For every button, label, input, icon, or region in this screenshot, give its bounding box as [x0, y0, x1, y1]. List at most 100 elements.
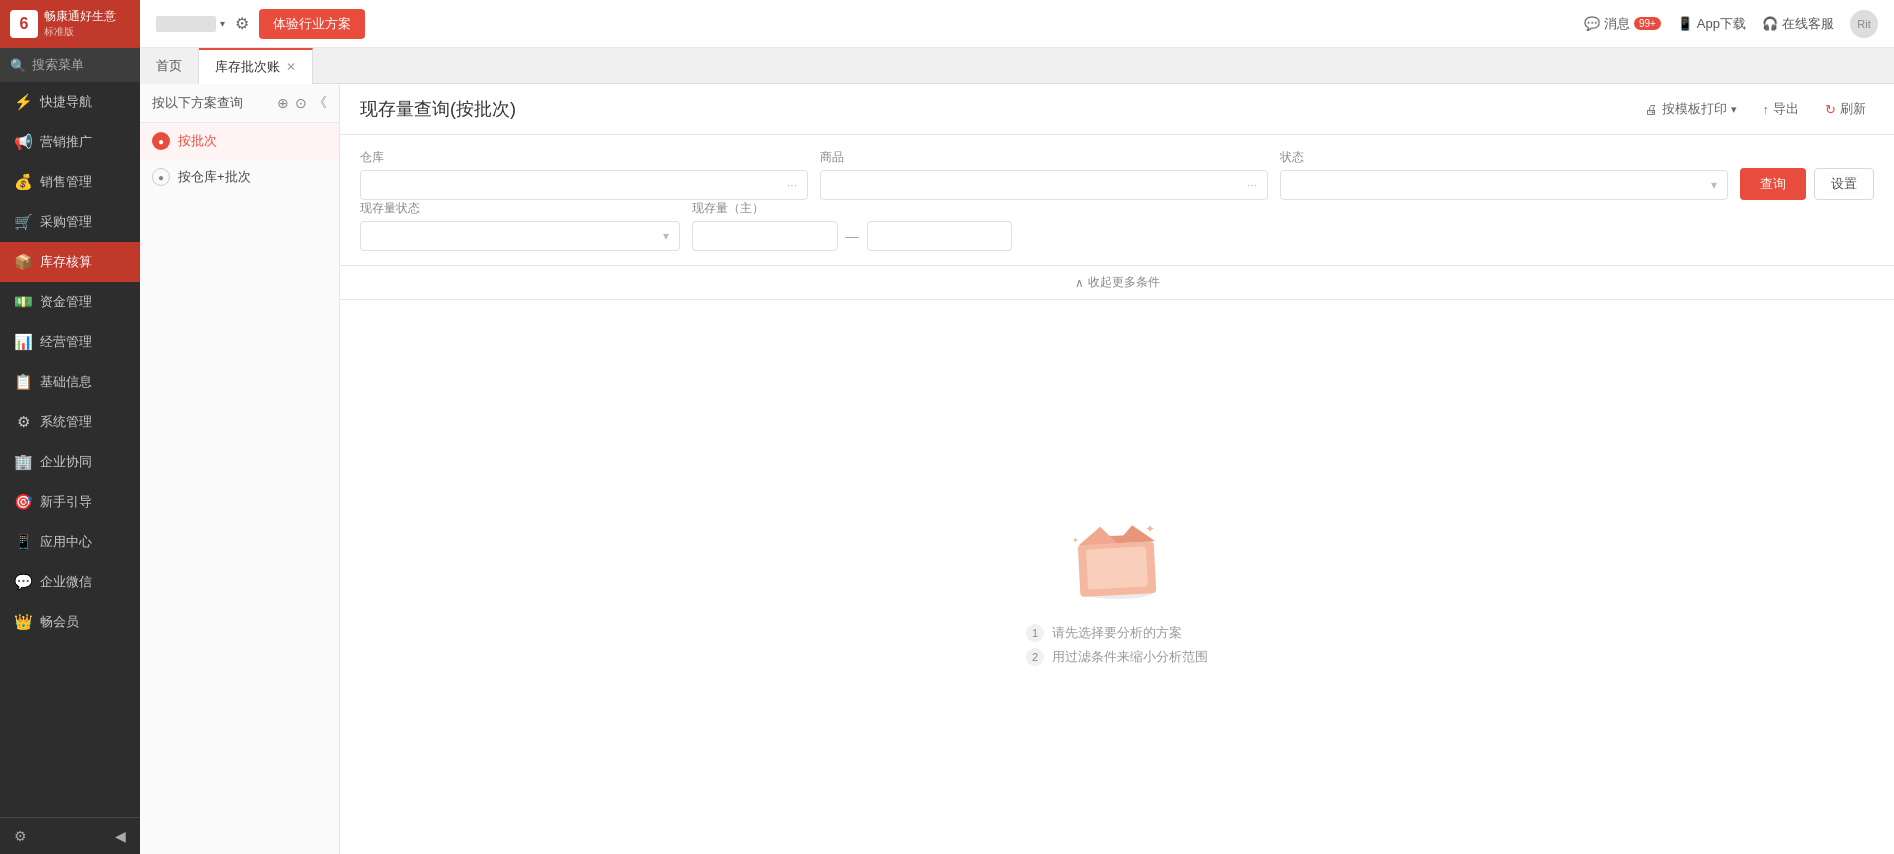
product-field: 商品 ··· [820, 149, 1268, 200]
hint-num-1: 1 [1026, 624, 1044, 642]
left-panel: 按以下方案查询 ⊕ ⊙ 《 ● 按批次 ● 按仓库+批次 [140, 84, 340, 854]
operation-icon: 📊 [14, 333, 32, 351]
purchase-icon: 🛒 [14, 213, 32, 231]
sidebar-item-system[interactable]: ⚙ 系统管理 [0, 402, 140, 442]
stock-qty-field: 现存量（主） — [692, 200, 1012, 251]
export-btn[interactable]: ↑ 导出 [1755, 96, 1808, 122]
stock-qty-min-input[interactable] [692, 221, 838, 251]
sidebar-item-finance-label: 资金管理 [40, 293, 92, 311]
warehouse-input[interactable]: ··· [360, 170, 808, 200]
sidebar-item-marketing[interactable]: 📢 营销推广 [0, 122, 140, 162]
search-menu[interactable]: 🔍 搜索菜单 [0, 48, 140, 82]
scheme-red-icon: ● [152, 132, 170, 150]
empty-hint-2: 2 用过滤条件来缩小分析范围 [1026, 648, 1208, 666]
avatar: Rit [1850, 10, 1878, 38]
page-header-actions: 🖨 按模板打印 ▾ ↑ 导出 ↻ 刷新 [1637, 96, 1875, 122]
status-dropdown-icon: ▾ [1711, 178, 1717, 192]
sidebar-item-basic[interactable]: 📋 基础信息 [0, 362, 140, 402]
add-scheme-btn[interactable]: ⊕ [277, 95, 289, 111]
export-label: 导出 [1773, 100, 1799, 118]
sidebar-item-operation[interactable]: 📊 经营管理 [0, 322, 140, 362]
hint-num-2: 2 [1026, 648, 1044, 666]
inventory-icon: 📦 [14, 253, 32, 271]
sidebar-item-inventory[interactable]: 📦 库存核算 [0, 242, 140, 282]
settings-footer-icon[interactable]: ⚙ [14, 828, 27, 844]
trial-btn[interactable]: 体验行业方案 [259, 9, 365, 39]
refresh-btn[interactable]: ↻ 刷新 [1817, 96, 1874, 122]
sidebar-item-sales[interactable]: 💰 销售管理 [0, 162, 140, 202]
sidebar-item-member[interactable]: 👑 畅会员 [0, 602, 140, 642]
query-btn[interactable]: 查询 [1740, 168, 1806, 200]
tab-inventory-batch[interactable]: 库存批次账 ✕ [199, 48, 313, 84]
empty-illustration: ✦ ✦ [1057, 488, 1177, 608]
collapse-bar[interactable]: ∧ 收起更多条件 [340, 266, 1894, 300]
settings-btn[interactable]: 设置 [1814, 168, 1874, 200]
search-menu-label: 搜索菜单 [32, 56, 84, 74]
enterprise-wechat-icon: 💬 [14, 573, 32, 591]
sidebar-item-enterprise-wechat-label: 企业微信 [40, 573, 92, 591]
app-center-icon: 📱 [14, 533, 32, 551]
product-more-btn[interactable]: ··· [1247, 178, 1257, 192]
sidebar-item-guide[interactable]: 🎯 新手引导 [0, 482, 140, 522]
stock-status-input[interactable]: ▾ [360, 221, 680, 251]
collapse-panel-btn[interactable]: 《 [313, 94, 327, 112]
sidebar-item-purchase-label: 采购管理 [40, 213, 92, 231]
refresh-label: 刷新 [1840, 100, 1866, 118]
print-btn[interactable]: 🖨 按模板打印 ▾ [1637, 96, 1745, 122]
sidebar-brand: 畅康通好生意 标准版 [44, 9, 116, 39]
scheme-settings-btn[interactable]: ⊙ [295, 95, 307, 111]
tabbar: 首页 库存批次账 ✕ [140, 48, 1894, 84]
sidebar-item-enterprise-wechat[interactable]: 💬 企业微信 [0, 562, 140, 602]
stock-qty-dash: — [846, 229, 859, 244]
print-dropdown-icon: ▾ [1731, 103, 1737, 116]
stock-qty-label: 现存量（主） [692, 200, 1012, 217]
app-download-btn[interactable]: 📱 App下载 [1677, 15, 1746, 33]
sidebar-item-enterprise[interactable]: 🏢 企业协同 [0, 442, 140, 482]
svg-rect-2 [1086, 546, 1148, 589]
empty-svg-illustration: ✦ ✦ [1057, 488, 1177, 608]
tab-home[interactable]: 首页 [140, 48, 199, 84]
messages-btn[interactable]: 💬 消息 99+ [1584, 15, 1661, 33]
filter-actions: 查询 设置 [1740, 168, 1874, 200]
sidebar-item-purchase[interactable]: 🛒 采购管理 [0, 202, 140, 242]
sidebar-item-enterprise-label: 企业协同 [40, 453, 92, 471]
sidebar-item-operation-label: 经营管理 [40, 333, 92, 351]
search-icon: 🔍 [10, 58, 26, 73]
stock-status-field: 现存量状态 ▾ [360, 200, 680, 251]
empty-hints: 1 请先选择要分析的方案 2 用过滤条件来缩小分析范围 [1026, 624, 1208, 666]
topbar-right: 💬 消息 99+ 📱 App下载 🎧 在线客服 Rit [1584, 10, 1878, 38]
sidebar-item-basic-label: 基础信息 [40, 373, 92, 391]
sidebar-item-finance[interactable]: 💵 资金管理 [0, 282, 140, 322]
dropdown-arrow-icon: ▾ [220, 18, 225, 29]
sidebar-item-quick-nav[interactable]: ⚡ 快捷导航 [0, 82, 140, 122]
sidebar-item-member-label: 畅会员 [40, 613, 79, 631]
tab-close-icon[interactable]: ✕ [286, 60, 296, 74]
scheme-by-warehouse-batch-label: 按仓库+批次 [178, 168, 251, 186]
main-area: ▾ ⚙ 体验行业方案 💬 消息 99+ 📱 App下载 🎧 在线客服 Rit [140, 0, 1894, 854]
scheme-item-by-batch[interactable]: ● 按批次 [140, 123, 339, 159]
topbar-gear-icon[interactable]: ⚙ [235, 14, 249, 33]
svg-text:✦: ✦ [1072, 536, 1079, 545]
stock-status-dropdown-icon: ▾ [663, 229, 669, 243]
app-download-label: App下载 [1697, 15, 1746, 33]
sidebar-item-app-center[interactable]: 📱 应用中心 [0, 522, 140, 562]
sidebar: 6 畅康通好生意 标准版 🔍 搜索菜单 ⚡ 快捷导航 📢 营销推广 💰 销售管理… [0, 0, 140, 854]
customer-service-btn[interactable]: 🎧 在线客服 [1762, 15, 1834, 33]
basic-icon: 📋 [14, 373, 32, 391]
print-label: 按模板打印 [1662, 100, 1727, 118]
stock-qty-max-input[interactable] [867, 221, 1013, 251]
product-input[interactable]: ··· [820, 170, 1268, 200]
status-input[interactable]: ▾ [1280, 170, 1728, 200]
warehouse-more-btn[interactable]: ··· [787, 178, 797, 192]
sidebar-item-system-label: 系统管理 [40, 413, 92, 431]
print-icon: 🖨 [1645, 102, 1658, 117]
empty-hint-1: 1 请先选择要分析的方案 [1026, 624, 1208, 642]
collapse-sidebar-btn[interactable]: ◀ [115, 828, 126, 844]
sidebar-nav: ⚡ 快捷导航 📢 营销推广 💰 销售管理 🛒 采购管理 📦 库存核算 💵 资金管… [0, 82, 140, 817]
topbar-dropdown[interactable]: ▾ [156, 16, 225, 32]
empty-state: ✦ ✦ 1 请先选择要分析的方案 2 用过滤条件来缩小分析范围 [340, 300, 1894, 854]
user-btn[interactable]: Rit [1850, 10, 1878, 38]
scheme-item-by-warehouse-batch[interactable]: ● 按仓库+批次 [140, 159, 339, 195]
collapse-icon: ∧ [1075, 276, 1084, 290]
stock-status-label: 现存量状态 [360, 200, 680, 217]
